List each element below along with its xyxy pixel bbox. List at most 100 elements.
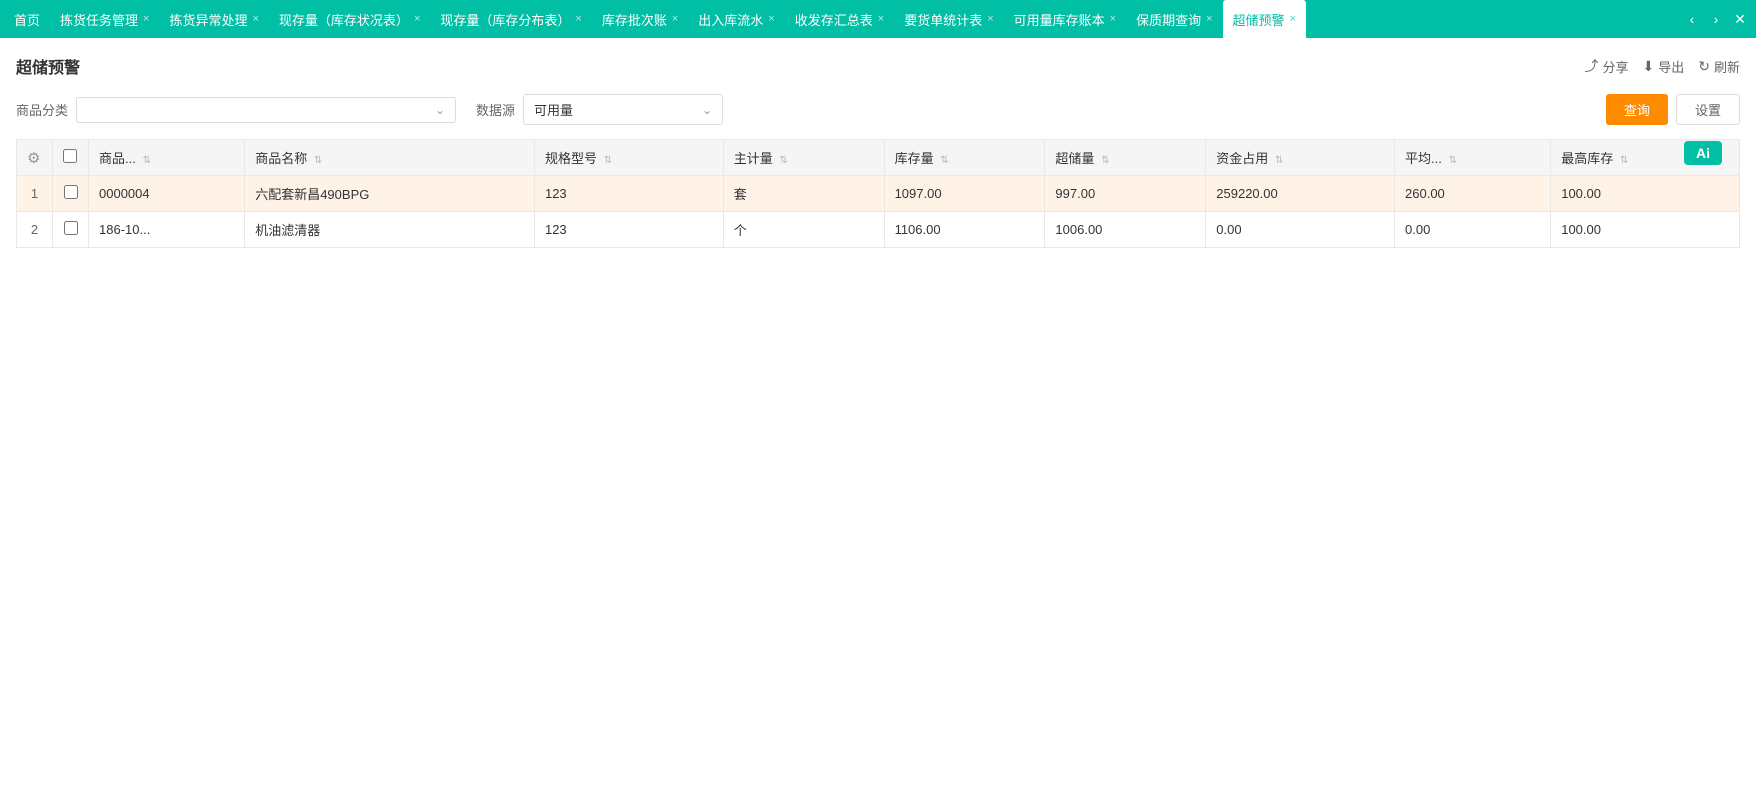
data-table: ⚙ 商品... ⇅ 商品名称 ⇅ 规格型号 ⇅ 主计量	[16, 139, 1740, 248]
nav-tab-close[interactable]: ×	[987, 13, 993, 25]
th-unit-label: 主计量	[734, 151, 773, 166]
row-stock: 1106.00	[884, 212, 1045, 248]
page-content: 超储预警 ⤴ 分享 ⬇ 导出 ↻ 刷新 商品分类 ⌄ 数据源	[0, 38, 1756, 800]
nav-tab-label: 要货单统计表	[904, 10, 982, 29]
data-source-filter: 数据源 可用量 ⌄	[476, 94, 723, 125]
row-avg: 260.00	[1395, 176, 1551, 212]
query-button[interactable]: 查询	[1606, 94, 1668, 125]
table-header: ⚙ 商品... ⇅ 商品名称 ⇅ 规格型号 ⇅ 主计量	[17, 140, 1740, 176]
settings-button[interactable]: 设置	[1676, 94, 1740, 125]
data-source-select[interactable]: 可用量 ⌄	[523, 94, 723, 125]
nav-tab-label: 首页	[14, 10, 40, 29]
sort-icon: ⇅	[940, 155, 948, 166]
sort-icon: ⇅	[1275, 155, 1283, 166]
filter-area: 商品分类 ⌄ 数据源 可用量 ⌄ 查询 设置	[16, 94, 1740, 125]
nav-tab-label: 库存批次账	[602, 10, 667, 29]
row-unit: 个	[723, 212, 884, 248]
row-product-name: 六配套新昌490BPG	[245, 176, 535, 212]
page-title: 超储预警	[16, 54, 80, 78]
sort-icon: ⇅	[1620, 155, 1628, 166]
nav-tab-close[interactable]: ×	[1110, 13, 1116, 25]
th-product-code-label: 商品...	[99, 151, 136, 166]
row-capital: 0.00	[1206, 212, 1395, 248]
nav-tab-4[interactable]: 现存量（库存分布表）×	[430, 0, 591, 38]
row-checkbox-cell	[53, 176, 89, 212]
nav-tab-label: 拣货异常处理	[169, 10, 247, 29]
nav-prev-arrow[interactable]: ‹	[1680, 0, 1704, 38]
page-header: 超储预警 ⤴ 分享 ⬇ 导出 ↻ 刷新	[16, 54, 1740, 78]
th-checkbox	[53, 140, 89, 176]
product-category-select[interactable]: ⌄	[76, 97, 456, 123]
data-source-value: 可用量	[534, 100, 702, 119]
row-capital: 259220.00	[1206, 176, 1395, 212]
nav-tab-close[interactable]: ×	[672, 13, 678, 25]
table-body: 1 0000004 六配套新昌490BPG 123 套 1097.00 997.…	[17, 176, 1740, 248]
refresh-button[interactable]: ↻ 刷新	[1698, 57, 1740, 76]
row-checkbox[interactable]	[64, 185, 78, 199]
nav-tab-11[interactable]: 超储预警 ×	[1223, 0, 1306, 38]
nav-tab-close[interactable]: ×	[575, 13, 581, 25]
nav-tab-close[interactable]: ×	[768, 13, 774, 25]
nav-tab-label: 保质期查询	[1136, 10, 1201, 29]
nav-tab-6[interactable]: 出入库流水×	[688, 0, 784, 38]
nav-tab-label: 收发存汇总表	[795, 10, 873, 29]
nav-tab-5[interactable]: 库存批次账 ×	[592, 0, 688, 38]
nav-tab-label: 超储预警	[1233, 10, 1285, 29]
nav-tab-label: 现存量（库存状况表）	[279, 10, 409, 29]
nav-tab-7[interactable]: 收发存汇总表 ×	[785, 0, 894, 38]
nav-tab-2[interactable]: 拣货异常处理 ×	[159, 0, 268, 38]
ai-badge[interactable]: Ai	[1684, 141, 1722, 165]
top-nav: 首页拣货任务管理×拣货异常处理×现存量（库存状况表）×现存量（库存分布表）×库存…	[0, 0, 1756, 38]
nav-tab-1[interactable]: 拣货任务管理 ×	[50, 0, 159, 38]
row-product-name: 机油滤清器	[245, 212, 535, 248]
select-all-checkbox[interactable]	[63, 149, 77, 163]
nav-tab-8[interactable]: 要货单统计表 ×	[894, 0, 1003, 38]
nav-tab-label: 拣货任务管理	[60, 10, 138, 29]
nav-tab-close[interactable]: ×	[878, 13, 884, 25]
th-overstock-label: 超储量	[1055, 151, 1094, 166]
th-stock[interactable]: 库存量 ⇅	[884, 140, 1045, 176]
product-category-filter: 商品分类 ⌄	[16, 97, 456, 123]
header-actions: ⤴ 分享 ⬇ 导出 ↻ 刷新	[1584, 56, 1740, 76]
nav-tab-close[interactable]: ×	[1206, 13, 1212, 25]
th-overstock[interactable]: 超储量 ⇅	[1045, 140, 1206, 176]
nav-tab-3[interactable]: 现存量（库存状况表） ×	[269, 0, 430, 38]
sort-icon: ⇅	[1448, 155, 1456, 166]
row-product-code: 186-10...	[89, 212, 245, 248]
row-spec: 123	[534, 212, 723, 248]
nav-tab-close[interactable]: ×	[1290, 13, 1296, 25]
nav-tab-9[interactable]: 可用量库存账本×	[1004, 0, 1126, 38]
row-index: 2	[17, 212, 53, 248]
row-max-stock: 100.00	[1551, 212, 1740, 248]
row-stock: 1097.00	[884, 176, 1045, 212]
nav-close-arrow[interactable]: ✕	[1728, 0, 1752, 38]
nav-next-arrow[interactable]: ›	[1704, 0, 1728, 38]
nav-tab-0[interactable]: 首页	[4, 0, 50, 38]
export-icon: ⬇	[1643, 58, 1655, 75]
th-unit[interactable]: 主计量 ⇅	[723, 140, 884, 176]
table-row: 2 186-10... 机油滤清器 123 个 1106.00 1006.00 …	[17, 212, 1740, 248]
th-max-stock-label: 最高库存	[1561, 151, 1613, 166]
row-checkbox-cell	[53, 212, 89, 248]
th-spec[interactable]: 规格型号 ⇅	[534, 140, 723, 176]
gear-icon[interactable]: ⚙	[27, 150, 40, 167]
nav-tab-close[interactable]: ×	[252, 13, 258, 25]
chevron-down-icon: ⌄	[435, 103, 445, 117]
row-max-stock: 100.00	[1551, 176, 1740, 212]
export-button[interactable]: ⬇ 导出	[1643, 57, 1685, 76]
th-capital-label: 资金占用	[1216, 151, 1268, 166]
row-spec: 123	[534, 176, 723, 212]
th-capital[interactable]: 资金占用 ⇅	[1206, 140, 1395, 176]
data-source-label: 数据源	[476, 100, 515, 119]
th-avg-label: 平均...	[1405, 151, 1442, 166]
share-button[interactable]: ⤴ 分享	[1584, 56, 1628, 76]
nav-tab-close[interactable]: ×	[143, 13, 149, 25]
nav-tab-close[interactable]: ×	[414, 13, 420, 25]
th-avg[interactable]: 平均... ⇅	[1395, 140, 1551, 176]
th-product-code[interactable]: 商品... ⇅	[89, 140, 245, 176]
share-icon: ⤴	[1584, 56, 1598, 76]
nav-tab-10[interactable]: 保质期查询 ×	[1126, 0, 1222, 38]
row-checkbox[interactable]	[64, 221, 78, 235]
row-avg: 0.00	[1395, 212, 1551, 248]
th-product-name[interactable]: 商品名称 ⇅	[245, 140, 535, 176]
